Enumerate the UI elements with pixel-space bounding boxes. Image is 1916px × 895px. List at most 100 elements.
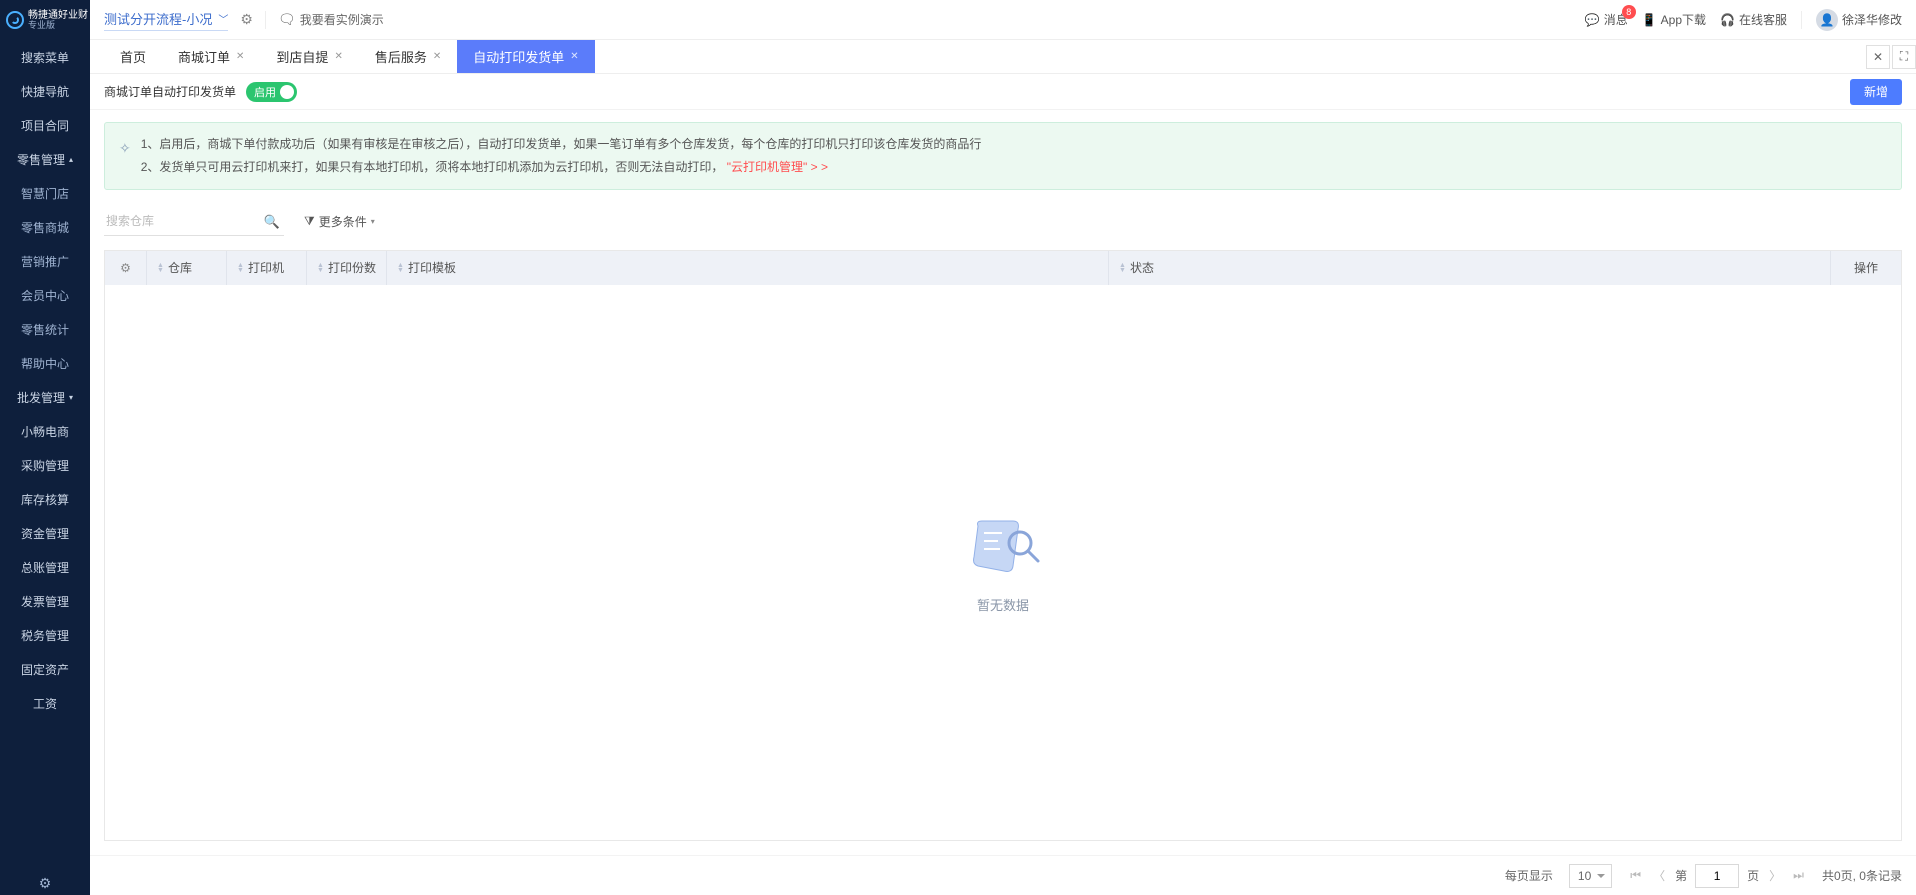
sidebar-item-17[interactable]: 税务管理: [0, 618, 90, 652]
tab-4[interactable]: 自动打印发货单✕: [457, 40, 594, 73]
col-printer[interactable]: ▲▼ 打印机: [227, 251, 307, 285]
tip-line-2-text: 2、发货单只可用云打印机来打，如果只有本地打印机，须将本地打印机添加为云打印机，…: [141, 160, 724, 174]
tab-label: 到店自提: [276, 47, 328, 66]
enable-toggle[interactable]: 启用: [246, 82, 297, 102]
sidebar-item-12[interactable]: 采购管理: [0, 448, 90, 482]
col-status-label: 状态: [1130, 259, 1154, 276]
col-printer-label: 打印机: [248, 259, 284, 276]
col-warehouse-label: 仓库: [168, 259, 192, 276]
sidebar-nav: 搜索菜单快捷导航项目合同零售管理▴智慧门店零售商城营销推广会员中心零售统计帮助中…: [0, 40, 90, 871]
chevron-down-icon: ▾: [371, 217, 375, 226]
toggle-knob: [280, 85, 294, 99]
cloud-printer-link[interactable]: "云打印机管理" > >: [727, 160, 828, 174]
search-wrap: 🔍: [104, 208, 284, 236]
sidebar-item-7[interactable]: 会员中心: [0, 278, 90, 312]
sidebar-item-3[interactable]: 零售管理▴: [0, 142, 90, 176]
new-button[interactable]: 新增: [1850, 79, 1902, 105]
breadcrumb-settings-icon[interactable]: ⚙: [240, 11, 253, 28]
col-copies[interactable]: ▲▼ 打印份数: [307, 251, 387, 285]
sidebar-item-label: 库存核算: [21, 491, 69, 508]
page-input[interactable]: [1695, 864, 1739, 888]
top-actions: 💬 消息 8 📱 App下载 🎧 在线客服 👤 徐泽华修改: [1585, 9, 1902, 31]
sidebar-item-15[interactable]: 总账管理: [0, 550, 90, 584]
sidebar-item-label: 项目合同: [21, 117, 69, 134]
headset-icon: 🎧: [1720, 13, 1735, 27]
demo-link[interactable]: 🗨 我要看实例演示: [278, 11, 384, 28]
tab-3[interactable]: 售后服务✕: [359, 40, 457, 73]
online-service-button[interactable]: 🎧 在线客服: [1720, 11, 1787, 28]
search-input[interactable]: [104, 208, 284, 236]
empty-text: 暂无数据: [977, 595, 1029, 614]
sidebar-item-10[interactable]: 批发管理▾: [0, 380, 90, 414]
search-icon[interactable]: 🔍: [264, 214, 280, 230]
sidebar-item-label: 小畅电商: [21, 423, 69, 440]
sidebar-item-8[interactable]: 零售统计: [0, 312, 90, 346]
col-warehouse[interactable]: ▲▼ 仓库: [147, 251, 227, 285]
user-name: 徐泽华修改: [1842, 11, 1902, 28]
page-prefix: 第: [1675, 867, 1687, 884]
page-first[interactable]: ⏮: [1628, 868, 1643, 883]
breadcrumb-text: 测试分开流程-小况: [104, 9, 212, 28]
tab-fullscreen[interactable]: ⛶: [1892, 45, 1916, 69]
sidebar-item-1[interactable]: 快捷导航: [0, 74, 90, 108]
tab-1[interactable]: 商城订单✕: [162, 40, 260, 73]
more-filter-button[interactable]: ⧩ 更多条件 ▾: [304, 213, 375, 230]
sidebar-item-11[interactable]: 小畅电商: [0, 414, 90, 448]
messages-button[interactable]: 💬 消息 8: [1585, 11, 1628, 28]
sort-icon: ▲▼: [397, 263, 404, 273]
col-template[interactable]: ▲▼ 打印模板: [387, 251, 1109, 285]
empty-illustration: [958, 511, 1048, 581]
sidebar-item-label: 税务管理: [21, 627, 69, 644]
breadcrumb[interactable]: 测试分开流程-小况 ﹀: [104, 9, 228, 31]
actionbar-title: 商城订单自动打印发货单: [104, 83, 236, 100]
gear-icon: ⚙: [39, 875, 52, 892]
sidebar: 畅捷通好业财 专业版 搜索菜单快捷导航项目合同零售管理▴智慧门店零售商城营销推广…: [0, 0, 90, 895]
sidebar-item-18[interactable]: 固定资产: [0, 652, 90, 686]
tab-close-all[interactable]: ✕: [1866, 45, 1890, 69]
close-icon[interactable]: ✕: [433, 51, 441, 62]
col-op-label: 操作: [1854, 259, 1878, 276]
sidebar-item-5[interactable]: 零售商城: [0, 210, 90, 244]
sidebar-item-0[interactable]: 搜索菜单: [0, 40, 90, 74]
sidebar-item-6[interactable]: 营销推广: [0, 244, 90, 278]
per-page-select[interactable]: 10: [1569, 864, 1612, 888]
close-icon[interactable]: ✕: [236, 51, 244, 62]
pager: 每页显示 10 ⏮ 〈 第 页 〉 ⏭ 共0页, 0条记录: [90, 855, 1916, 895]
topbar-divider-2: [1801, 11, 1802, 29]
app-download-button[interactable]: 📱 App下载: [1642, 11, 1706, 28]
chevron-down-icon: ﹀: [218, 11, 228, 26]
tab-2[interactable]: 到店自提 ✕: [260, 40, 358, 73]
tip-line-2: 2、发货单只可用云打印机来打，如果只有本地打印机，须将本地打印机添加为云打印机，…: [141, 156, 982, 179]
sidebar-item-label: 快捷导航: [21, 83, 69, 100]
sidebar-settings[interactable]: ⚙: [0, 871, 90, 895]
sidebar-item-label: 帮助中心: [21, 355, 69, 372]
sidebar-item-14[interactable]: 资金管理: [0, 516, 90, 550]
close-icon[interactable]: ✕: [570, 51, 578, 62]
page-prev[interactable]: 〈: [1651, 867, 1667, 884]
tip-line-1: 1、启用后，商城下单付款成功后（如果有审核是在审核之后），自动打印发货单，如果一…: [141, 133, 982, 156]
sidebar-item-9[interactable]: 帮助中心: [0, 346, 90, 380]
topbar: 测试分开流程-小况 ﹀ ⚙ 🗨 我要看实例演示 💬 消息 8 📱 App下载: [90, 0, 1916, 40]
sidebar-item-label: 零售商城: [21, 219, 69, 236]
funnel-icon: ⧩: [304, 214, 315, 229]
sidebar-item-19[interactable]: 工资: [0, 686, 90, 720]
more-filter-label: 更多条件: [319, 213, 367, 230]
sidebar-item-4[interactable]: 智慧门店: [0, 176, 90, 210]
brand-logo[interactable]: 畅捷通好业财 专业版: [0, 0, 90, 40]
sidebar-item-label: 发票管理: [21, 593, 69, 610]
sidebar-item-16[interactable]: 发票管理: [0, 584, 90, 618]
tab-0[interactable]: 首页: [104, 40, 162, 73]
main: 测试分开流程-小况 ﹀ ⚙ 🗨 我要看实例演示 💬 消息 8 📱 App下载: [90, 0, 1916, 895]
user-menu[interactable]: 👤 徐泽华修改: [1816, 9, 1902, 31]
page-next[interactable]: 〉: [1767, 867, 1783, 884]
page-last[interactable]: ⏭: [1791, 868, 1806, 883]
sidebar-item-13[interactable]: 库存核算: [0, 482, 90, 516]
sidebar-item-2[interactable]: 项目合同: [0, 108, 90, 142]
demo-link-text: 我要看实例演示: [300, 11, 384, 28]
enable-toggle-label: 启用: [254, 84, 276, 100]
column-settings[interactable]: ⚙: [105, 251, 147, 285]
tip-box: ✧ 1、启用后，商城下单付款成功后（如果有审核是在审核之后），自动打印发货单，如…: [104, 122, 1902, 190]
brand-edition: 专业版: [28, 21, 88, 30]
col-status[interactable]: ▲▼ 状态: [1109, 251, 1831, 285]
close-icon[interactable]: ✕: [334, 51, 342, 62]
